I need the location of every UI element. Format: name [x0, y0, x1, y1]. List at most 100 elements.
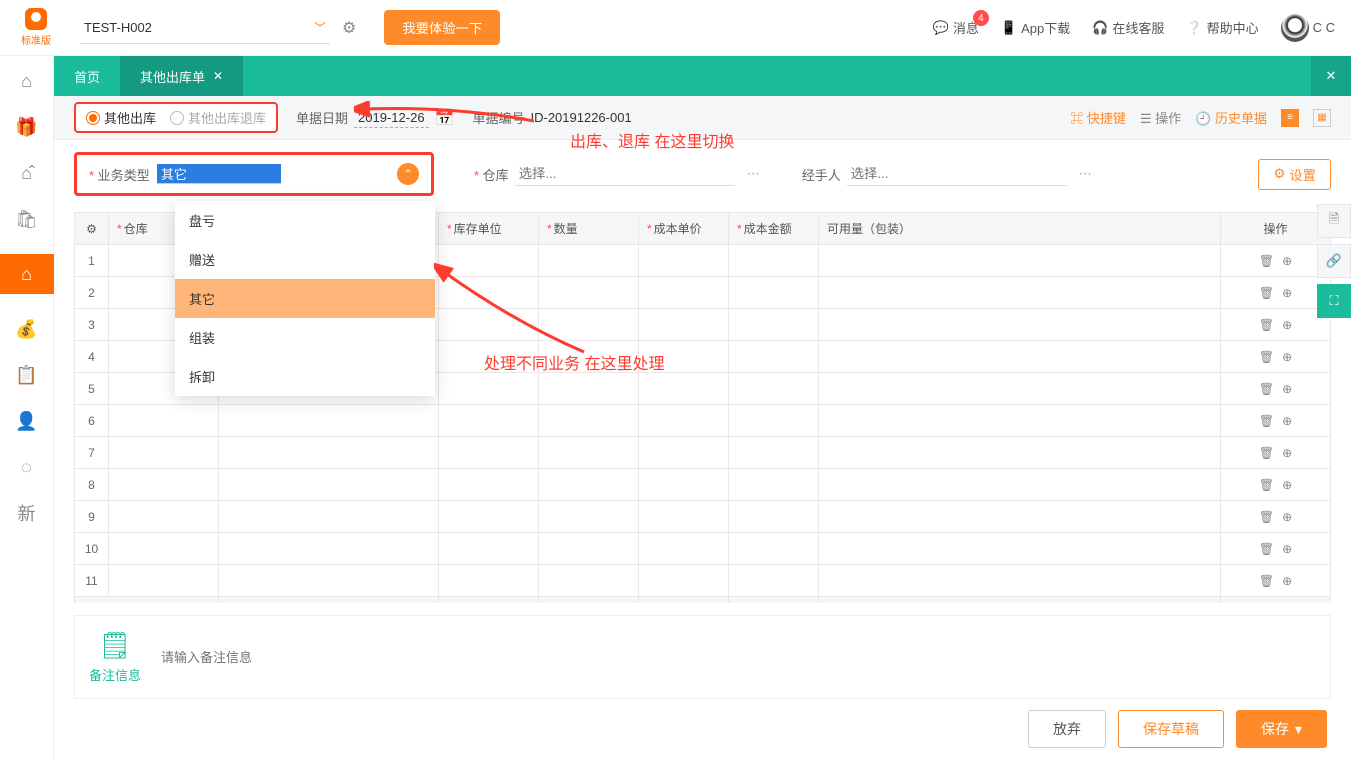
user-menu[interactable]: C C	[1281, 14, 1335, 42]
dropdown-option-selected[interactable]: 其它	[175, 279, 435, 318]
sidebar-clipboard-icon[interactable]: 📋	[16, 364, 38, 386]
sidebar-bag-icon[interactable]: 🛍	[16, 208, 38, 230]
sidebar-money-icon[interactable]: 💰	[16, 318, 38, 340]
settings-button[interactable]: ⚙ 设置	[1258, 159, 1331, 190]
operate-link[interactable]: ☰ 操作	[1140, 108, 1181, 127]
chevron-up-icon[interactable]: ⌃	[397, 163, 419, 185]
remark-input[interactable]	[161, 650, 1316, 665]
dropdown-option[interactable]: 拆卸	[175, 357, 435, 396]
doc-date-value[interactable]: 2019-12-26	[354, 108, 429, 128]
radio-other-out-return[interactable]: 其他出库退库	[170, 108, 266, 127]
row-index: 4	[75, 341, 109, 373]
add-icon[interactable]: ⊕	[1282, 574, 1292, 588]
calendar-icon[interactable]: 📅	[435, 108, 455, 128]
column-config-icon[interactable]: ⚙	[75, 213, 109, 245]
subtotal-qty: 0.00	[539, 597, 639, 604]
close-icon[interactable]: ✕	[213, 69, 223, 83]
help-icon: ❔	[1186, 20, 1202, 36]
close-all-tabs[interactable]: ✕	[1311, 56, 1351, 96]
delete-icon[interactable]: 🗑	[1259, 254, 1274, 268]
add-icon[interactable]: ⊕	[1282, 542, 1292, 556]
radio-other-out-return-label: 其他出库退库	[188, 108, 266, 127]
subtotal-amount: 0.00	[729, 597, 819, 604]
radio-other-out[interactable]: 其他出库	[86, 108, 156, 127]
add-icon[interactable]: ⊕	[1282, 254, 1292, 268]
rail-note-icon[interactable]: 🗎	[1317, 204, 1351, 238]
handler-select[interactable]	[847, 162, 1067, 186]
row-index: 6	[75, 405, 109, 437]
delete-icon[interactable]: 🗑	[1259, 574, 1274, 588]
rail-link-icon[interactable]: 🔗	[1317, 244, 1351, 278]
sidebar-warehouse-icon[interactable]: ⌂	[0, 254, 54, 294]
add-icon[interactable]: ⊕	[1282, 286, 1292, 300]
table-row[interactable]: 8🗑⊕	[75, 469, 1331, 501]
dropdown-option[interactable]: 赠送	[175, 240, 435, 279]
sidebar-gift-icon[interactable]: 🎁	[16, 116, 38, 138]
discard-button[interactable]: 放弃	[1028, 710, 1106, 748]
warehouse-label: 仓库	[474, 165, 509, 184]
delete-icon[interactable]: 🗑	[1259, 414, 1274, 428]
row-index: 7	[75, 437, 109, 469]
add-icon[interactable]: ⊕	[1282, 510, 1292, 524]
history-link[interactable]: 🕘 历史单据	[1195, 108, 1267, 127]
online-service-link[interactable]: 🎧 在线客服	[1092, 18, 1164, 37]
delete-icon[interactable]: 🗑	[1259, 286, 1274, 300]
sidebar-home-icon[interactable]: ⌂	[16, 70, 38, 92]
tab-home[interactable]: 首页	[54, 56, 120, 96]
sidebar-house-icon[interactable]: ⌂̂	[16, 162, 38, 184]
table-row[interactable]: 6🗑⊕	[75, 405, 1331, 437]
table-row[interactable]: 7 🗑 ⊕	[75, 437, 1331, 469]
view-list-icon[interactable]: ≡	[1281, 109, 1299, 127]
sidebar-loading-icon[interactable]: ◌	[16, 456, 38, 478]
dropdown-option[interactable]: 组装	[175, 318, 435, 357]
table-row[interactable]: 10🗑⊕	[75, 533, 1331, 565]
sidebar-contact-icon[interactable]: 👤	[16, 410, 38, 432]
org-selector[interactable]: TEST-H002 ﹀	[80, 12, 330, 44]
delete-icon[interactable]: 🗑	[1259, 446, 1274, 460]
doc-date-label: 单据日期	[296, 108, 348, 127]
business-type-dropdown: 盘亏 赠送 其它 组装 拆卸	[175, 201, 435, 396]
top-bar: 标准版 TEST-H002 ﹀ ⚙ 我要体验一下 💬 消息 4 📱 App下载 …	[0, 0, 1351, 56]
more-icon[interactable]: ⋯	[1079, 166, 1094, 182]
table-row[interactable]: 9🗑⊕	[75, 501, 1331, 533]
radio-dot-icon	[86, 111, 100, 125]
row-index: 1	[75, 245, 109, 277]
row-ops: 🗑⊕	[1221, 405, 1331, 437]
help-center-link[interactable]: ❔ 帮助中心	[1186, 18, 1258, 37]
delete-icon[interactable]: 🗑	[1259, 382, 1274, 396]
rail-expand-icon[interactable]: ⛶	[1317, 284, 1351, 318]
business-type-input[interactable]	[157, 164, 281, 184]
add-icon[interactable]: ⊕	[1282, 350, 1292, 364]
add-icon[interactable]: ⊕	[1282, 382, 1292, 396]
more-icon[interactable]: ⋯	[747, 166, 762, 182]
save-button[interactable]: 保存 ▾	[1236, 710, 1327, 748]
delete-icon[interactable]: 🗑	[1259, 478, 1274, 492]
add-icon[interactable]: ⊕	[1282, 478, 1292, 492]
shortcut-link[interactable]: ⌘ 快捷键	[1070, 108, 1126, 127]
view-grid-icon[interactable]: ▦	[1313, 109, 1331, 127]
settings-button-label: 设置	[1289, 165, 1316, 184]
try-button[interactable]: 我要体验一下	[384, 10, 500, 45]
remark-label: 备注信息	[89, 665, 141, 684]
help-center-label: 帮助中心	[1207, 18, 1259, 37]
add-icon[interactable]: ⊕	[1282, 446, 1292, 460]
save-draft-button[interactable]: 保存草稿	[1118, 710, 1224, 748]
messages-link[interactable]: 💬 消息 4	[933, 18, 979, 37]
row-index: 5	[75, 373, 109, 405]
dropdown-option[interactable]: 盘亏	[175, 201, 435, 240]
warehouse-select[interactable]	[515, 162, 735, 186]
settings-gear-icon[interactable]: ⚙	[342, 18, 356, 38]
tab-other-outbound[interactable]: 其他出库单 ✕	[120, 56, 243, 96]
add-icon[interactable]: ⊕	[1282, 414, 1292, 428]
table-row[interactable]: 11🗑⊕	[75, 565, 1331, 597]
chevron-down-icon: ﹀	[314, 19, 326, 36]
delete-icon[interactable]: 🗑	[1259, 350, 1274, 364]
subtotal-label: 小计	[75, 597, 219, 604]
delete-icon[interactable]: 🗑	[1259, 542, 1274, 556]
add-icon[interactable]: ⊕	[1282, 318, 1292, 332]
sidebar-new-icon[interactable]: 新	[16, 502, 38, 524]
doc-no-field: 单据编号 ID-20191226-001	[472, 108, 631, 127]
app-download-link[interactable]: 📱 App下载	[1001, 18, 1070, 37]
delete-icon[interactable]: 🗑	[1259, 510, 1274, 524]
delete-icon[interactable]: 🗑	[1259, 318, 1274, 332]
